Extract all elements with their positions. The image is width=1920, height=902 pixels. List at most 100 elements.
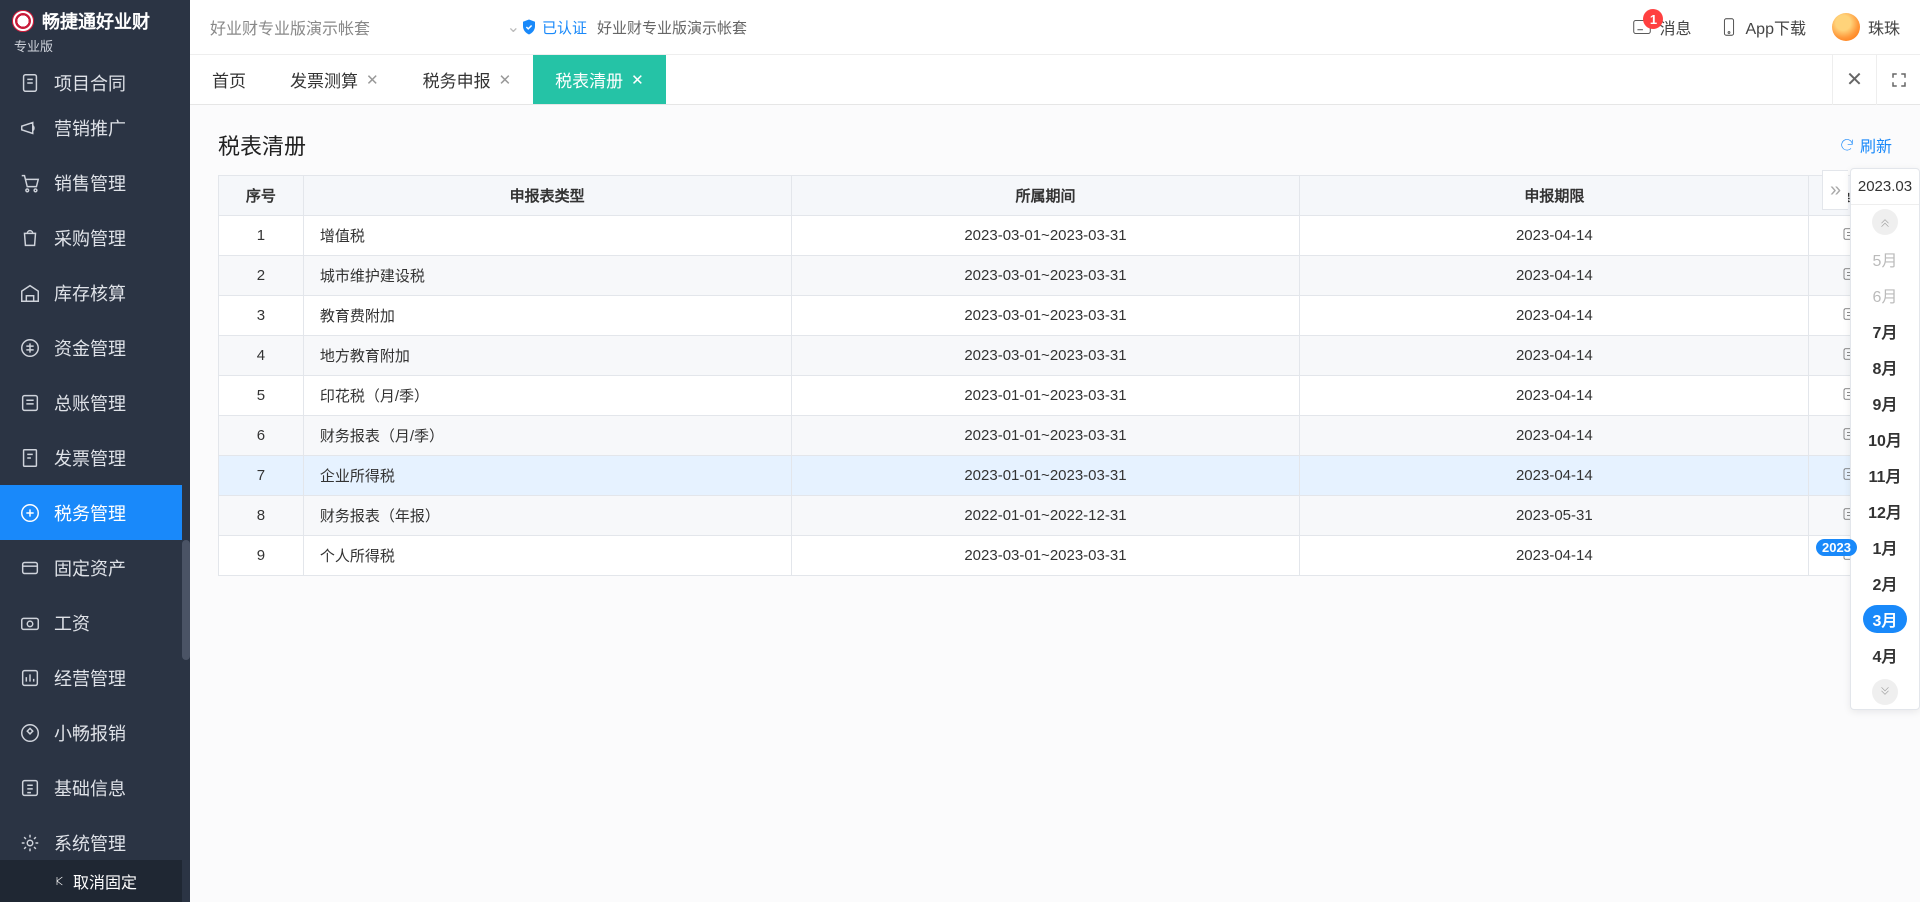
sidebar-item-10[interactable]: 工资 [0,595,190,650]
tab-3[interactable]: 税表清册 ✕ [533,55,666,104]
sidebar-item-2[interactable]: 销售管理 [0,155,190,210]
cell-period: 2023-01-01~2023-03-31 [791,376,1300,416]
table-row[interactable]: 6财务报表（月/季）2023-01-01~2023-03-312023-04-1… [219,416,1892,456]
date-prev-button[interactable] [1872,209,1898,235]
col-idx: 序号 [219,176,304,216]
month-6[interactable]: 11月 [1851,457,1919,493]
table-row[interactable]: 7企业所得税2023-01-01~2023-03-312023-04-14 [219,456,1892,496]
main: 好业财专业版演示帐套 ⌄ 已认证 好业财专业版演示帐套 1 消息 App下载 珠… [190,0,1920,902]
month-9[interactable]: 2月 [1851,565,1919,601]
table-row[interactable]: 5印花税（月/季）2023-01-01~2023-03-312023-04-14 [219,376,1892,416]
megaphone-icon [18,116,42,140]
month-4[interactable]: 9月 [1851,385,1919,421]
sidebar-item-0[interactable]: 项目合同 [0,65,190,100]
month-7[interactable]: 12月 [1851,493,1919,529]
messages-button[interactable]: 1 消息 [1631,15,1691,39]
topbar: 好业财专业版演示帐套 ⌄ 已认证 好业财专业版演示帐套 1 消息 App下载 珠… [190,0,1920,55]
tab-close-icon[interactable]: ✕ [366,71,379,89]
sidebar-item-13[interactable]: 基础信息 [0,760,190,815]
sidebar-item-label: 营销推广 [54,115,126,141]
date-current[interactable]: 2023.03 [1851,169,1919,205]
cell-idx: 2 [219,256,304,296]
cell-due: 2023-04-14 [1300,256,1809,296]
month-8[interactable]: 20231月 [1851,529,1919,565]
sidebar-item-label: 基础信息 [54,775,126,801]
sidebar-item-11[interactable]: 经营管理 [0,650,190,705]
sidebar-item-label: 系统管理 [54,830,126,856]
date-panel-toggle[interactable]: » [1822,170,1848,210]
month-11[interactable]: 4月 [1851,637,1919,673]
table-row[interactable]: 2城市维护建设税2023-03-01~2023-03-312023-04-14 [219,256,1892,296]
month-1[interactable]: 6月 [1851,277,1919,313]
account-name: 好业财专业版演示帐套 [597,17,747,38]
verified-badge: 已认证 [520,17,587,38]
tab-close-button[interactable]: ✕ [1832,55,1876,105]
cell-due: 2023-05-31 [1300,496,1809,536]
system-icon [18,831,42,855]
sidebar-item-label: 工资 [54,610,90,636]
coin-icon [18,336,42,360]
sidebar-item-9[interactable]: 固定资产 [0,540,190,595]
month-3[interactable]: 8月 [1851,349,1919,385]
tab-label: 首页 [212,67,246,92]
month-label: 1月 [1873,535,1898,559]
table-row[interactable]: 3教育费附加2023-03-01~2023-03-312023-04-14 [219,296,1892,336]
tab-1[interactable]: 发票测算✕ [268,55,401,104]
cell-due: 2023-04-14 [1300,296,1809,336]
month-10[interactable]: 3月 [1851,601,1919,637]
month-2[interactable]: 7月 [1851,313,1919,349]
fullscreen-button[interactable] [1876,55,1920,105]
tabs: 首页发票测算✕税务申报✕ 税表清册 ✕ ✕ [190,55,1920,105]
account-selector[interactable]: 好业财专业版演示帐套 ⌄ [210,15,520,39]
cell-type: 个人所得税 [303,536,791,576]
sidebar-item-14[interactable]: 系统管理 [0,815,190,860]
cell-type: 企业所得税 [303,456,791,496]
mgmt-icon [18,666,42,690]
sidebar-item-3[interactable]: 采购管理 [0,210,190,265]
month-0[interactable]: 5月 [1851,241,1919,277]
sidebar-item-12[interactable]: 小畅报销 [0,705,190,760]
table-row[interactable]: 1增值税2023-03-01~2023-03-312023-04-14 [219,216,1892,256]
cell-type: 印花税（月/季） [303,376,791,416]
table-row[interactable]: 8财务报表（年报）2022-01-01~2022-12-312023-05-31 [219,496,1892,536]
sidebar-unpin-button[interactable]: 取消固定 [0,860,190,902]
sidebar-item-7[interactable]: 发票管理 [0,430,190,485]
tax-icon [18,501,42,525]
tab-0[interactable]: 首页 [190,55,268,104]
sidebar-item-label: 库存核算 [54,280,126,306]
month-label: 4月 [1873,643,1898,667]
user-menu[interactable]: 珠珠 [1832,13,1900,41]
user-name: 珠珠 [1868,15,1900,39]
page-title: 税表清册 [218,129,306,161]
cell-due: 2023-04-14 [1300,216,1809,256]
sidebar-item-5[interactable]: 资金管理 [0,320,190,375]
month-label: 5月 [1873,247,1898,271]
table-row[interactable]: 4地方教育附加2023-03-01~2023-03-312023-04-14 [219,336,1892,376]
bag-icon [18,226,42,250]
cell-period: 2022-01-01~2022-12-31 [791,496,1300,536]
tab-close-icon[interactable]: ✕ [499,71,512,89]
sidebar-scrollbar[interactable] [182,0,190,902]
page-header: 税表清册 刷新 [190,105,1920,175]
tab-2[interactable]: 税务申报✕ [401,55,534,104]
sidebar-item-1[interactable]: 营销推广 [0,100,190,155]
sidebar-item-4[interactable]: 库存核算 [0,265,190,320]
avatar-icon [1832,13,1860,41]
sidebar-item-6[interactable]: 总账管理 [0,375,190,430]
invoice-icon [18,446,42,470]
cell-due: 2023-04-14 [1300,536,1809,576]
chevron-down-icon: ⌄ [507,17,520,37]
refresh-button[interactable]: 刷新 [1839,133,1892,157]
tab-close-icon[interactable]: ✕ [631,71,644,89]
app-download-button[interactable]: App下载 [1718,15,1806,39]
table-row[interactable]: 9个人所得税2023-03-01~2023-03-312023-04-14 [219,536,1892,576]
expense-icon [18,721,42,745]
month-label: 6月 [1873,283,1898,307]
sidebar-item-8[interactable]: 税务管理 [0,485,190,540]
date-next-button[interactable] [1872,679,1898,705]
sidebar-item-label: 税务管理 [54,500,126,526]
tab-label: 税表清册 [555,67,623,92]
month-5[interactable]: 10月 [1851,421,1919,457]
cell-period: 2023-01-01~2023-03-31 [791,416,1300,456]
cell-period: 2023-03-01~2023-03-31 [791,216,1300,256]
